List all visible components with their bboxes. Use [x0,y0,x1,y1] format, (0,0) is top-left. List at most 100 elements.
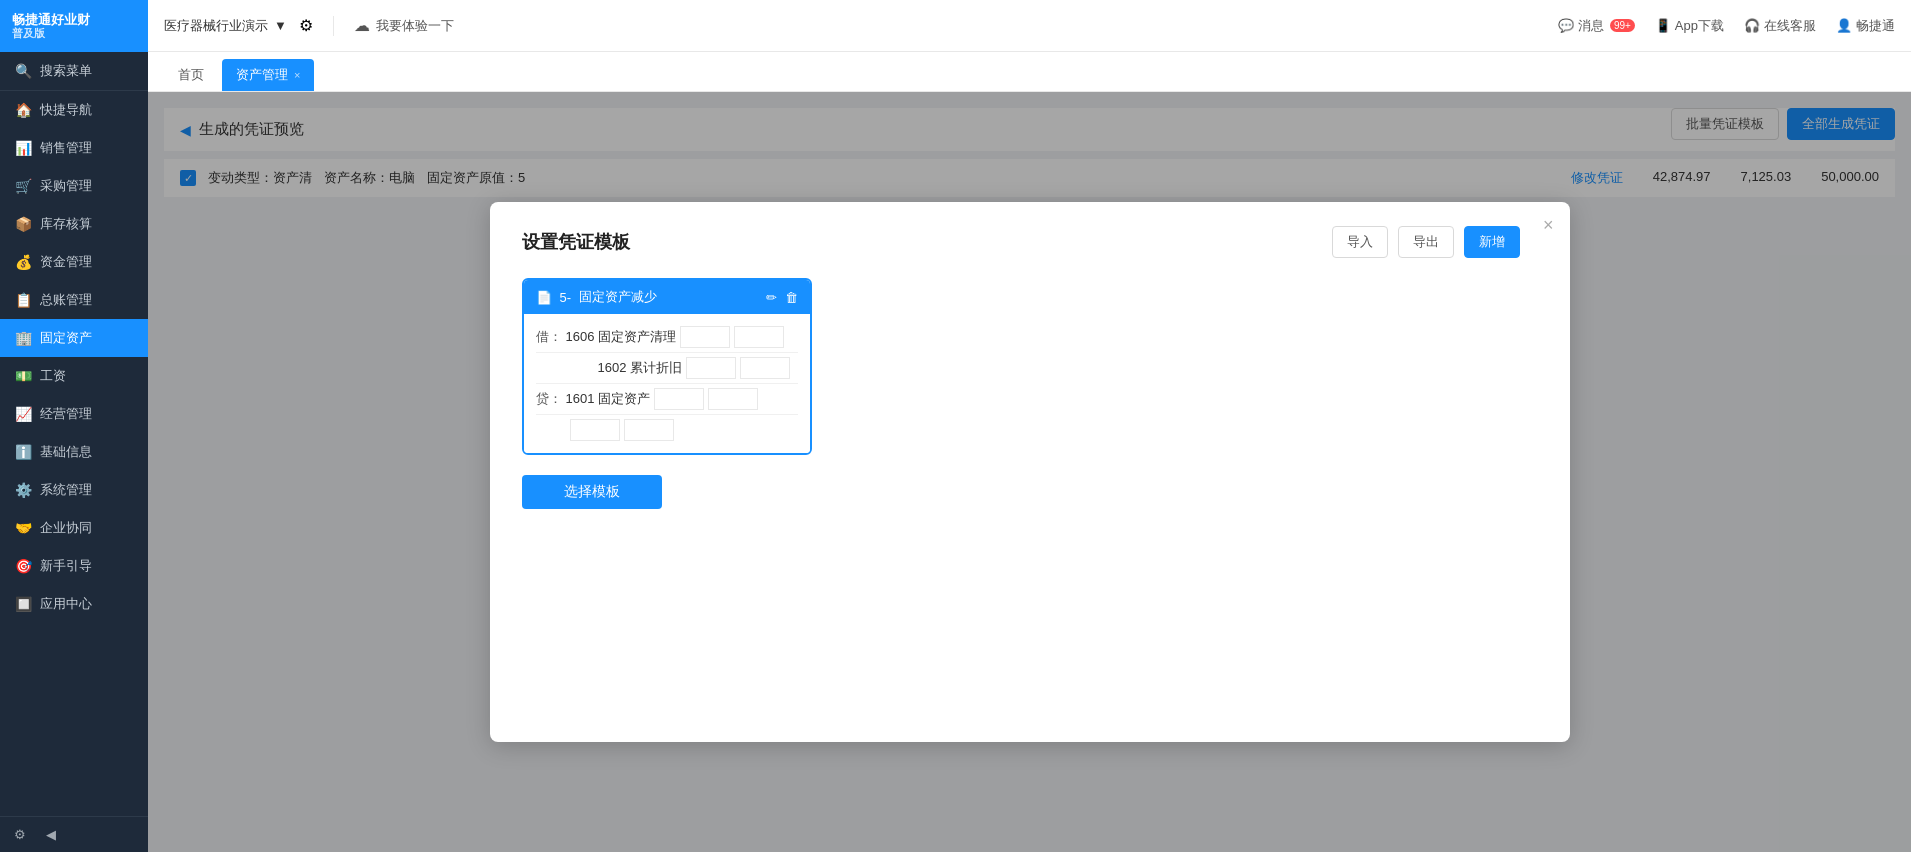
new-button[interactable]: 新增 [1464,226,1520,258]
experience-label: 我要体验一下 [376,17,454,35]
guide-icon: 🎯 [14,557,32,575]
sidebar-item-inventory[interactable]: 📦 库存核算 [0,205,148,243]
download-icon: 📱 [1655,18,1671,33]
template-card-header: 📄 5-固定资产减少 ✏ 🗑 [524,280,810,314]
sidebar-item-app-center[interactable]: 🔲 应用中心 [0,585,148,623]
delete-icon[interactable]: 🗑 [785,290,798,305]
edit-icon[interactable]: ✏ [766,290,777,305]
modal: 设置凭证模板 导入 导出 新增 × 📄 5-固定资产减少 ✏ 🗑 [490,202,1570,742]
template-entry: 借： 1606 固定资产清理 [536,322,798,353]
app-download-button[interactable]: 📱 App下载 [1655,17,1724,35]
collapse-icon[interactable]: ◀ [46,827,56,842]
content: ◀ 生成的凭证预览 批量凭证模板 全部生成凭证 ✓ 变动类型：资产清 资产名称：… [148,92,1911,852]
sidebar-item-label: 采购管理 [40,177,92,195]
sidebar-item-finance[interactable]: 💰 资金管理 [0,243,148,281]
search-icon: 🔍 [14,62,32,80]
topbar-company: 医疗器械行业演示 ▼ [164,17,287,35]
select-template-button[interactable]: 选择模板 [522,475,662,509]
separator [333,16,334,36]
sidebar-item-ledger[interactable]: 📋 总账管理 [0,281,148,319]
entry-col-debit [570,419,620,441]
import-button[interactable]: 导入 [1332,226,1388,258]
modal-overlay: 设置凭证模板 导入 导出 新增 × 📄 5-固定资产减少 ✏ 🗑 [148,92,1911,852]
template-header-actions: ✏ 🗑 [766,290,798,305]
sidebar-item-operations[interactable]: 📈 经营管理 [0,395,148,433]
sidebar-item-label: 快捷导航 [40,101,92,119]
sidebar-item-label: 销售管理 [40,139,92,157]
entry-col-credit [624,419,674,441]
entry-col-credit [708,388,758,410]
message-badge: 99+ [1610,19,1635,32]
template-entry [536,415,798,445]
entry-columns [686,357,790,379]
main: 医疗器械行业演示 ▼ ⚙ ☁ 我要体验一下 💬 消息 99+ 📱 App下载 🎧… [148,0,1911,852]
message-label: 消息 [1578,17,1604,35]
user-button[interactable]: 👤 畅捷通 [1836,17,1895,35]
purchase-icon: 🛒 [14,177,32,195]
inventory-icon: 📦 [14,215,32,233]
sidebar-item-system[interactable]: ⚙️ 系统管理 [0,471,148,509]
topbar-experience[interactable]: ☁ 我要体验一下 [354,16,454,35]
export-button[interactable]: 导出 [1398,226,1454,258]
settings-icon[interactable]: ⚙ [14,827,26,842]
system-icon: ⚙️ [14,481,32,499]
sidebar-search-label: 搜索菜单 [40,62,92,80]
sidebar-item-label: 工资 [40,367,66,385]
tab-home-label: 首页 [178,66,204,84]
entry-type-label: 贷： [536,390,566,408]
username-label: 畅捷通 [1856,17,1895,35]
entry-col-credit [734,326,784,348]
logo-line1: 畅捷通好业财 [12,12,90,28]
sidebar-item-label: 应用中心 [40,595,92,613]
modal-close-button[interactable]: × [1543,216,1554,234]
entry-account-code: 1601 固定资产 [566,390,651,408]
tab-asset-management[interactable]: 资产管理 × [222,59,314,91]
template-entry: 1602 累计折旧 [536,353,798,384]
sidebar-item-purchase[interactable]: 🛒 采购管理 [0,167,148,205]
sidebar-item-salary[interactable]: 💵 工资 [0,357,148,395]
tab-asset-label: 资产管理 [236,66,288,84]
sidebar-item-fixed-assets[interactable]: 🏢 固定资产 [0,319,148,357]
sidebar-item-sales[interactable]: 📊 销售管理 [0,129,148,167]
message-icon: 💬 [1558,18,1574,33]
tab-home[interactable]: 首页 [164,59,218,91]
template-doc-icon: 📄 [536,290,552,305]
sidebar-item-label: 总账管理 [40,291,92,309]
gear-icon[interactable]: ⚙ [299,16,313,35]
company-name: 医疗器械行业演示 [164,17,268,35]
operations-icon: 📈 [14,405,32,423]
message-button[interactable]: 💬 消息 99+ [1558,17,1635,35]
cooperation-icon: 🤝 [14,519,32,537]
dropdown-icon[interactable]: ▼ [274,18,287,33]
sidebar-item-label: 资金管理 [40,253,92,271]
entry-type-label: 借： [536,328,566,346]
sidebar-item-search[interactable]: 🔍 搜索菜单 [0,52,148,91]
topbar: 医疗器械行业演示 ▼ ⚙ ☁ 我要体验一下 💬 消息 99+ 📱 App下载 🎧… [148,0,1911,52]
sidebar: 畅捷通好业财 普及版 🔍 搜索菜单 🏠 快捷导航 📊 销售管理 🛒 采购管理 📦… [0,0,148,852]
sidebar-item-label: 企业协同 [40,519,92,537]
template-card: 📄 5-固定资产减少 ✏ 🗑 借： 1606 固定资产清理 [522,278,812,455]
app-download-label: App下载 [1675,17,1724,35]
sidebar-item-label: 基础信息 [40,443,92,461]
sidebar-item-cooperation[interactable]: 🤝 企业协同 [0,509,148,547]
template-entry: 贷： 1601 固定资产 [536,384,798,415]
logo-line2: 普及版 [12,27,90,40]
sidebar-item-label: 库存核算 [40,215,92,233]
home-icon: 🏠 [14,101,32,119]
sidebar-item-label: 固定资产 [40,329,92,347]
online-service-button[interactable]: 🎧 在线客服 [1744,17,1816,35]
tabs: 首页 资产管理 × [148,52,1911,92]
sidebar-item-guide[interactable]: 🎯 新手引导 [0,547,148,585]
user-icon: 👤 [1836,18,1852,33]
template-code: 5- [560,290,572,305]
entry-columns [654,388,758,410]
topbar-right: 💬 消息 99+ 📱 App下载 🎧 在线客服 👤 畅捷通 [1558,17,1895,35]
sidebar-item-label: 新手引导 [40,557,92,575]
salary-icon: 💵 [14,367,32,385]
sidebar-item-quick-nav[interactable]: 🏠 快捷导航 [0,91,148,129]
entry-columns [680,326,784,348]
sidebar-bottom: ⚙ ◀ [0,816,148,852]
template-card-body: 借： 1606 固定资产清理 1602 累计折旧 [524,314,810,453]
tab-close-icon[interactable]: × [294,69,300,81]
sidebar-item-basic-info[interactable]: ℹ️ 基础信息 [0,433,148,471]
